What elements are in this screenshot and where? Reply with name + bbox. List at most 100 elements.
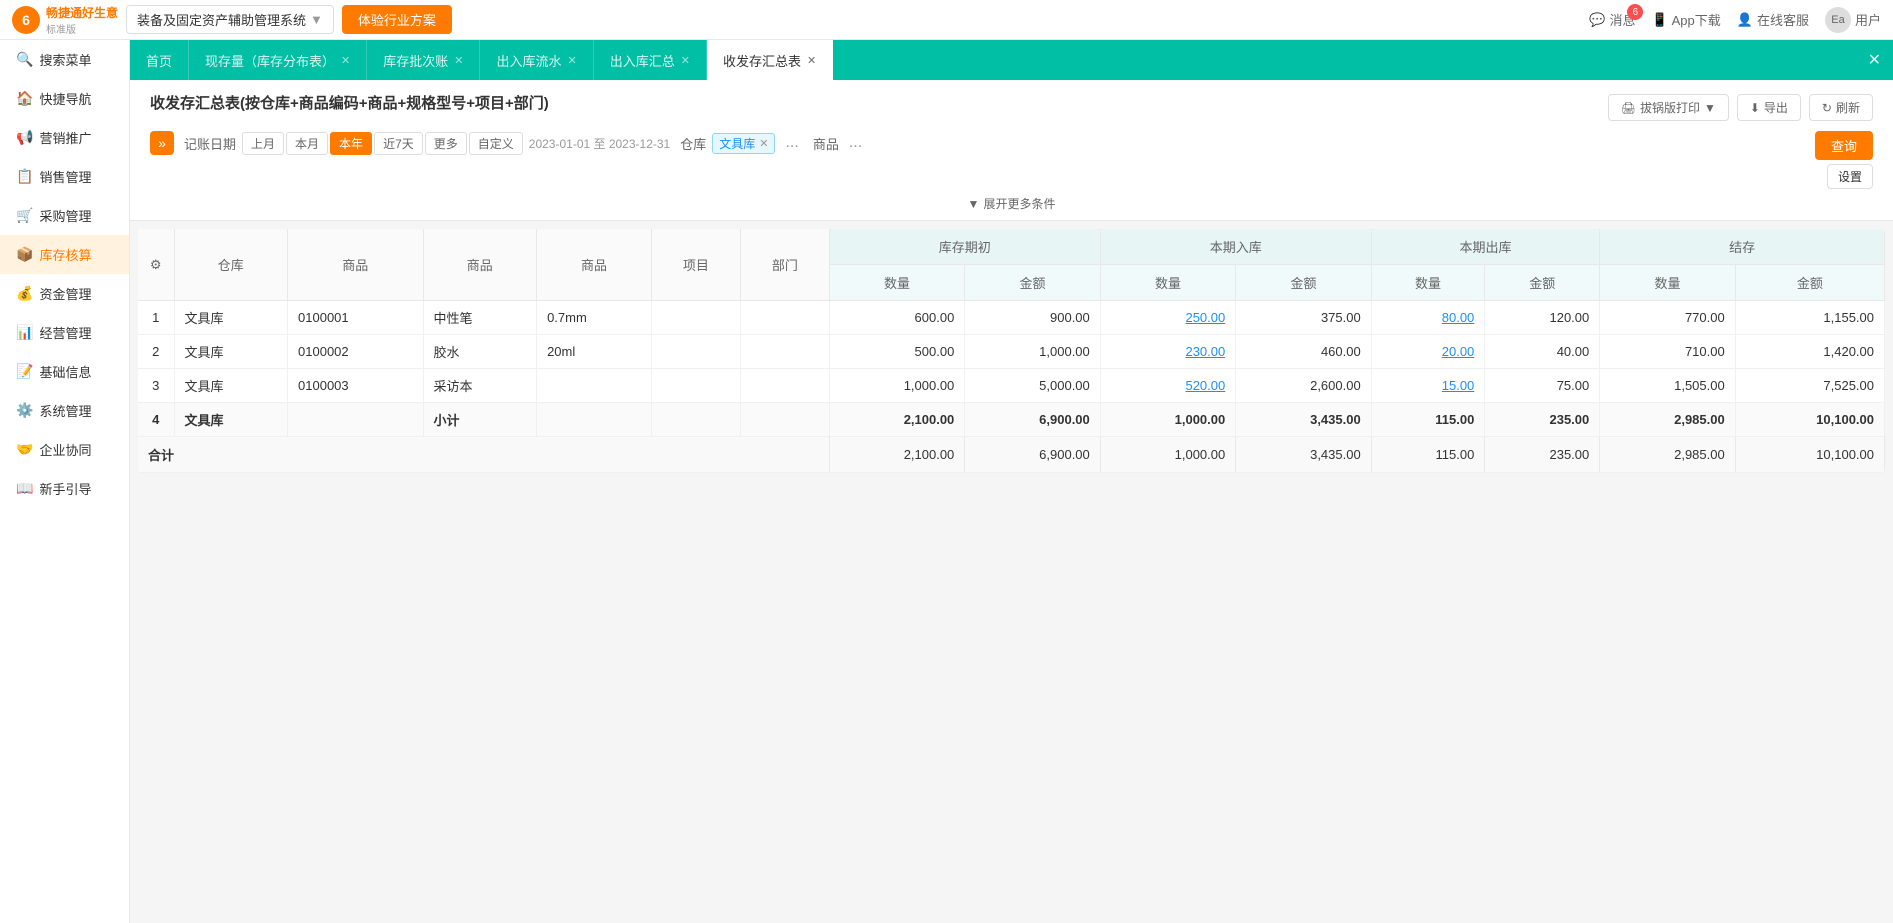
cell-in_amt: 3,435.00 <box>1236 403 1371 437</box>
date-btn-custom[interactable]: 自定义 <box>469 132 523 155</box>
logo-icon: 6 <box>12 6 40 34</box>
date-btn-this-year[interactable]: 本年 <box>330 132 372 155</box>
content-area: 首页 现存量（库存分布表） ✕ 库存批次账 ✕ 出入库流水 ✕ 出入库汇总 ✕ … <box>130 40 1893 923</box>
date-btn-more[interactable]: 更多 <box>425 132 467 155</box>
print-button[interactable]: 🖨 拔锅版打印 ▼ <box>1608 94 1729 121</box>
date-btn-7days[interactable]: 近7天 <box>374 132 423 155</box>
message-button[interactable]: 💬 消息 6 <box>1589 10 1635 29</box>
tab-inout-summary[interactable]: 出入库汇总 ✕ <box>594 40 707 80</box>
system-name[interactable]: 装备及固定资产辅助管理系统 ▼ <box>126 5 334 34</box>
settings-icon[interactable]: ⚙ <box>150 257 162 272</box>
sidebar-item-basic[interactable]: 📝 基础信息 <box>0 352 129 391</box>
col-code-header: 商品 <box>288 229 424 301</box>
cell-balance_amt: 10,100.00 <box>1735 403 1884 437</box>
cell-balance_amt: 7,525.00 <box>1735 369 1884 403</box>
cell-out_qty[interactable]: 115.00 <box>1371 403 1485 437</box>
cell-opening_amt: 6,900.00 <box>965 403 1100 437</box>
tab-receipt-summary[interactable]: 收发存汇总表 ✕ <box>707 40 833 80</box>
top-bar-left: 6 畅捷通好生意 标准版 装备及固定资产辅助管理系统 ▼ 体验行业方案 <box>12 4 452 36</box>
cell-opening_qty: 1,000.00 <box>829 369 964 403</box>
user-area[interactable]: Ea 用户 <box>1825 7 1881 33</box>
query-actions: 查询 设置 <box>1815 131 1873 189</box>
dropdown-icon: ▼ <box>310 12 323 27</box>
footer-opening-amt: 6,900.00 <box>965 437 1100 473</box>
sidebar-item-enterprise[interactable]: 🤝 企业协同 <box>0 430 129 469</box>
footer-out-amt: 235.00 <box>1485 437 1600 473</box>
page-header: 收发存汇总表(按仓库+商品编码+商品+规格型号+项目+部门) 🖨 拔锅版打印 ▼… <box>130 80 1893 221</box>
message-icon: 💬 <box>1589 12 1605 28</box>
sidebar-item-search[interactable]: 🔍 搜索菜单 <box>0 40 129 79</box>
refresh-button[interactable]: ↻ 刷新 <box>1809 94 1873 121</box>
tab-close-receipt-summary[interactable]: ✕ <box>807 54 816 67</box>
cell-in_qty[interactable]: 1,000.00 <box>1100 403 1235 437</box>
tab-close-inout-summary[interactable]: ✕ <box>681 54 690 67</box>
footer-label: 合计 <box>138 437 829 473</box>
header-right-actions: 🖨 拔锅版打印 ▼ ⬇ 导出 ↻ 刷新 <box>1608 94 1873 121</box>
cell-out_qty[interactable]: 15.00 <box>1371 369 1485 403</box>
cell-in_qty[interactable]: 250.00 <box>1100 301 1235 335</box>
tab-home[interactable]: 首页 <box>130 40 189 80</box>
app-download-button[interactable]: 📱 App下载 <box>1651 10 1720 29</box>
warehouse-dots[interactable]: ... <box>781 134 802 152</box>
tab-inventory-dist[interactable]: 现存量（库存分布表） ✕ <box>189 40 367 80</box>
cell-balance_qty: 710.00 <box>1600 335 1735 369</box>
cell-spec: 20ml <box>537 335 652 369</box>
cell-out_qty[interactable]: 20.00 <box>1371 335 1485 369</box>
cell-out_amt: 75.00 <box>1485 369 1600 403</box>
tab-bar-close[interactable]: ✕ <box>1856 50 1893 70</box>
tab-close-inout-flow[interactable]: ✕ <box>568 54 577 67</box>
cell-code: 0100001 <box>288 301 424 335</box>
cell-out_amt: 120.00 <box>1485 301 1600 335</box>
operations-icon: 📊 <box>16 324 33 341</box>
table-row: 3文具库0100003采访本1,000.005,000.00520.002,60… <box>138 369 1885 403</box>
trial-button[interactable]: 体验行业方案 <box>342 5 452 34</box>
tab-close-batch[interactable]: ✕ <box>454 54 463 67</box>
warehouse-remove[interactable]: ✕ <box>759 137 768 150</box>
sidebar-item-inventory[interactable]: 📦 库存核算 <box>0 235 129 274</box>
sidebar-item-marketing[interactable]: 📢 营销推广 <box>0 118 129 157</box>
cell-in_qty[interactable]: 520.00 <box>1100 369 1235 403</box>
col-in-header: 本期入库 <box>1100 229 1371 265</box>
goods-filter: 商品 ... <box>813 134 866 153</box>
logo-text: 畅捷通好生意 标准版 <box>46 4 118 36</box>
avatar: Ea <box>1825 7 1851 33</box>
logo-area: 6 畅捷通好生意 标准版 <box>12 4 118 36</box>
sidebar-item-guide[interactable]: 📖 新手引导 <box>0 469 129 508</box>
cell-opening_amt: 1,000.00 <box>965 335 1100 369</box>
inventory-icon: 📦 <box>16 246 33 263</box>
col-out-header: 本期出库 <box>1371 229 1600 265</box>
cell-in_qty[interactable]: 230.00 <box>1100 335 1235 369</box>
cell-seq: 1 <box>138 301 174 335</box>
filter-main: » 记账日期 上月 本月 本年 近7天 更多 自定义 <box>150 131 1803 155</box>
filter-toggle[interactable]: » <box>150 131 174 155</box>
cell-warehouse: 文具库 <box>174 335 288 369</box>
cell-warehouse: 文具库 <box>174 403 288 437</box>
cell-out_qty[interactable]: 80.00 <box>1371 301 1485 335</box>
sidebar-item-system[interactable]: ⚙️ 系统管理 <box>0 391 129 430</box>
online-service-button[interactable]: 👤 在线客服 <box>1737 10 1809 29</box>
sidebar-item-purchase[interactable]: 🛒 采购管理 <box>0 196 129 235</box>
tab-batch[interactable]: 库存批次账 ✕ <box>367 40 480 80</box>
export-button[interactable]: ⬇ 导出 <box>1737 94 1801 121</box>
expand-row[interactable]: ▼ 展开更多条件 <box>150 189 1873 212</box>
date-btn-last-month[interactable]: 上月 <box>242 132 284 155</box>
footer-in-amt: 3,435.00 <box>1236 437 1371 473</box>
cell-seq: 4 <box>138 403 174 437</box>
system-icon: ⚙️ <box>16 402 33 419</box>
goods-label: 商品 <box>813 134 839 153</box>
home-icon: 🏠 <box>16 90 33 107</box>
sidebar-item-finance[interactable]: 💰 资金管理 <box>0 274 129 313</box>
sidebar-item-quick[interactable]: 🏠 快捷导航 <box>0 79 129 118</box>
cell-code <box>288 403 424 437</box>
table-header-group: ⚙ 仓库 商品 商品 商品 项目 部门 库存期初 本期入库 本期出库 结存 <box>138 229 1885 265</box>
sidebar-item-sales[interactable]: 📋 销售管理 <box>0 157 129 196</box>
tab-inout-flow[interactable]: 出入库流水 ✕ <box>480 40 593 80</box>
sidebar-item-operations[interactable]: 📊 经营管理 <box>0 313 129 352</box>
tab-close-inventory-dist[interactable]: ✕ <box>341 54 350 67</box>
date-btn-this-month[interactable]: 本月 <box>286 132 328 155</box>
query-button[interactable]: 查询 <box>1815 131 1873 160</box>
settings-button[interactable]: 设置 <box>1827 164 1873 189</box>
col-out-amt: 金额 <box>1485 265 1600 301</box>
cell-opening_amt: 900.00 <box>965 301 1100 335</box>
goods-dots[interactable]: ... <box>845 134 866 152</box>
